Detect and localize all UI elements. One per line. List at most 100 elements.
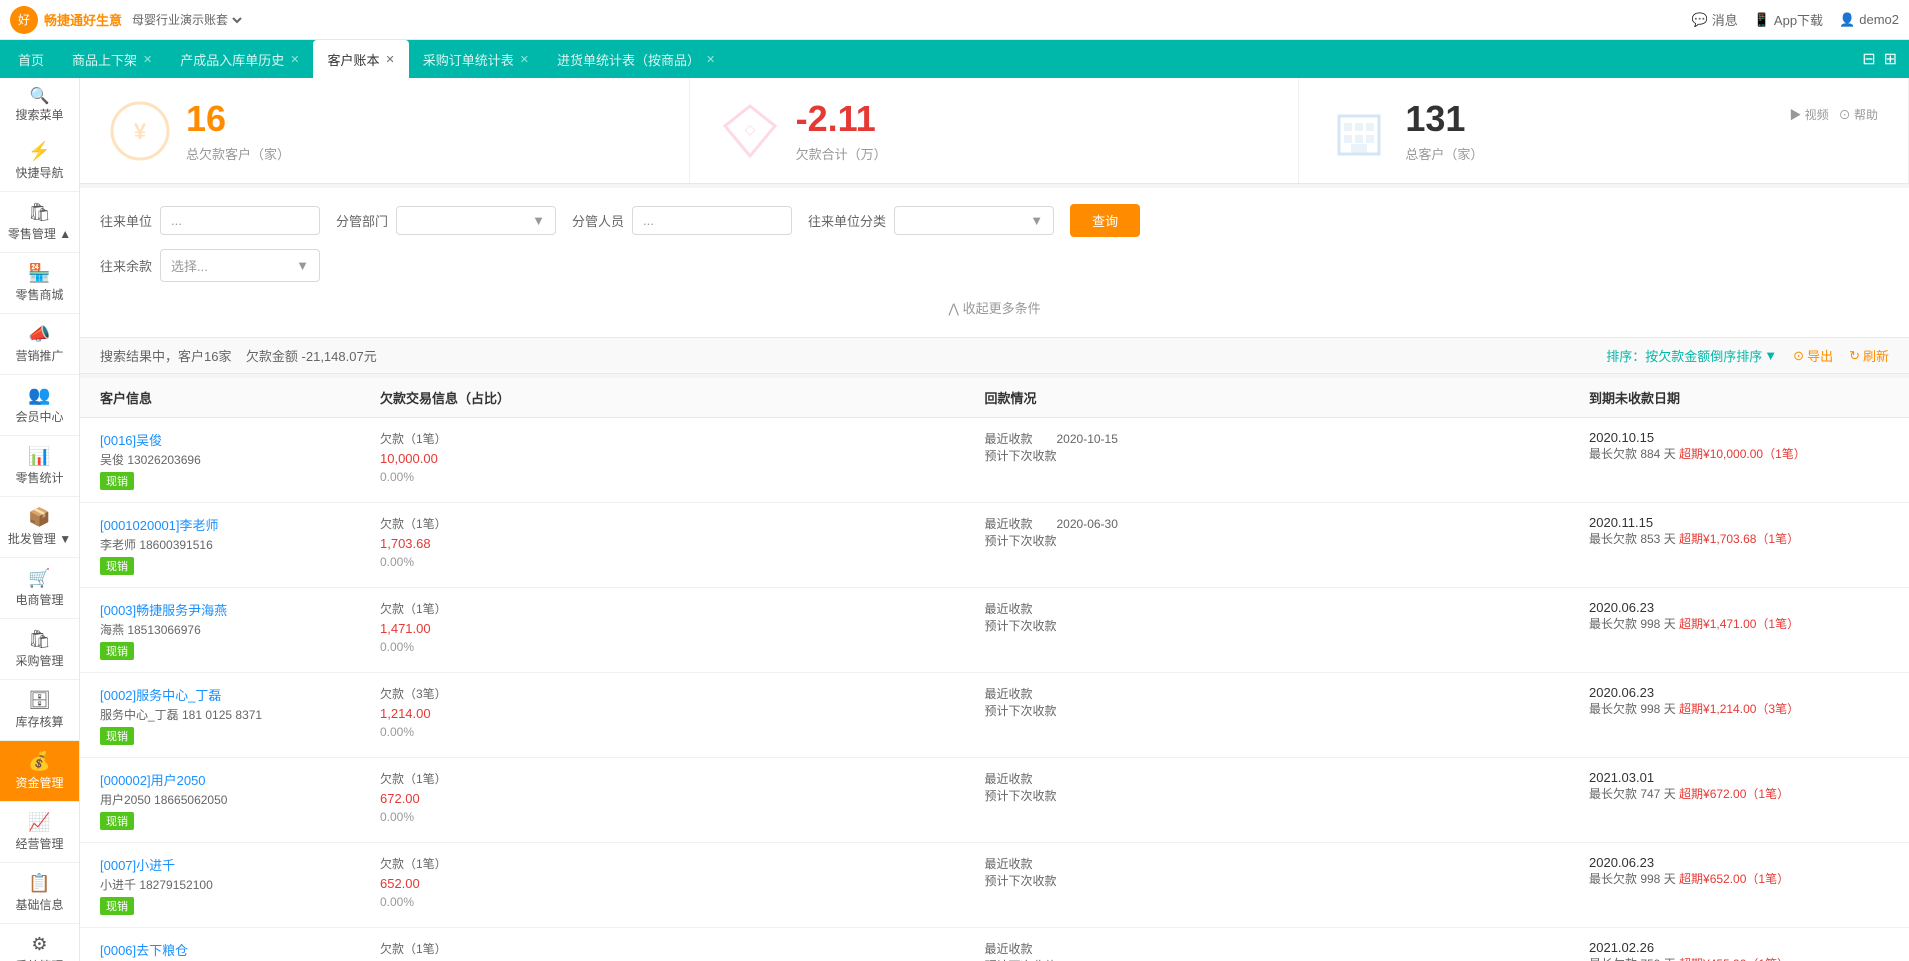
tab-close-inbound[interactable]: ✕ [706,53,715,66]
col-header-debt: 欠款交易信息（占比） [380,388,985,407]
tab-products[interactable]: 产成品入库单历史 ✕ [166,40,313,78]
sidebar-item-retail-stats[interactable]: 📊 零售统计 [0,436,79,497]
retail-stats-icon: 📊 [28,446,50,467]
tab-customer-account[interactable]: 客户账本 ✕ [313,40,408,78]
filter-item-balance: 往来余款 选择... ▼ [100,249,320,282]
collection-next-5: 预计下次收款 [985,872,1590,889]
col-header-collection: 回款情况 [985,388,1590,407]
overdue-amount-5[interactable]: 超期¥652.00（1笔） [1679,872,1789,886]
debt-amount-0[interactable]: 10,000.00 [380,451,985,466]
tab-expand-icon[interactable]: ⊞ [1884,49,1897,69]
user-avatar[interactable]: 👤 demo2 [1839,12,1899,28]
tab-purchase-order[interactable]: 采购订单统计表 ✕ [409,40,543,78]
table-body: [0016]吴俊 吴俊 13026203696 现销 欠款（1笔） 10,000… [80,418,1909,961]
debt-info-5: 欠款（1笔） [380,855,985,872]
filter-input-person[interactable]: ... [632,206,792,235]
refresh-button[interactable]: ↻ 刷新 [1849,346,1889,365]
sidebar-item-purchase[interactable]: 🛍 采购管理 [0,619,79,680]
cell-collection-6: 最近收款 预计下次收款 [985,940,1590,961]
debt-info-1: 欠款（1笔） [380,515,985,532]
customer-name-6[interactable]: [0006]去下粮仓 [100,940,380,959]
customer-name-1[interactable]: [0001020001]李老师 [100,515,380,534]
sidebar-item-operations[interactable]: 📈 经营管理 [0,802,79,863]
overdue-amount-3[interactable]: 超期¥1,214.00（3笔） [1679,702,1799,716]
tab-close-customer[interactable]: ✕ [386,53,395,66]
export-button[interactable]: ⊙ 导出 [1793,346,1833,365]
store-select[interactable]: 母婴行业演示账套 [128,12,245,28]
customer-tag-5: 现销 [100,897,134,915]
overdue-amount-1[interactable]: 超期¥1,703.68（1笔） [1679,532,1799,546]
overdue-amount-2[interactable]: 超期¥1,471.00（1笔） [1679,617,1799,631]
collection-label-1: 最近收款 2020-06-30 [985,515,1590,532]
sidebar-item-wholesale[interactable]: 📦 批发管理 ▼ [0,497,79,558]
tab-close-products[interactable]: ✕ [290,53,299,66]
tab-close-goods[interactable]: ✕ [143,53,152,66]
filter-select-dept[interactable]: ▼ [396,206,556,235]
debt-amount-2[interactable]: 1,471.00 [380,621,985,636]
overdue-amount-6[interactable]: 超期¥455.90（1笔） [1679,957,1789,961]
stat-info-debt-customers: 16 总欠款客户（家） [186,98,659,163]
overdue-amount-0[interactable]: 超期¥10,000.00（1笔） [1679,447,1806,461]
debt-amount-5[interactable]: 652.00 [380,876,985,891]
customer-name-5[interactable]: [0007]小进千 [100,855,380,874]
stat-icon-diamond: ◇ [720,101,780,161]
sidebar-item-members[interactable]: 👥 会员中心 [0,375,79,436]
tab-goods[interactable]: 商品上下架 ✕ [58,40,166,78]
filter-label-unit: 往来单位 [100,211,152,230]
cell-debt-2: 欠款（1笔） 1,471.00 0.00% [380,600,985,654]
sort-icon: ▼ [1764,348,1777,363]
query-button[interactable]: 查询 [1070,204,1140,237]
customer-name-4[interactable]: [000002]用户2050 [100,770,380,789]
sidebar-item-finance[interactable]: 💰 资金管理 [0,741,79,802]
filter-select-balance[interactable]: 选择... ▼ [160,249,320,282]
sidebar-item-ecommerce[interactable]: 🛒 电商管理 [0,558,79,619]
debt-amount-3[interactable]: 1,214.00 [380,706,985,721]
cell-debt-1: 欠款（1笔） 1,703.68 0.00% [380,515,985,569]
app-download-btn[interactable]: 📱 App下载 [1754,10,1823,29]
tab-inbound-stats[interactable]: 进货单统计表（按商品） ✕ [543,40,729,78]
help-btn[interactable]: ⊙ 帮助 [1839,106,1878,123]
filter-input-unit[interactable]: ... [160,206,320,235]
ecommerce-icon: 🛒 [28,568,50,589]
tab-close-purchase[interactable]: ✕ [520,53,529,66]
table-row: [0016]吴俊 吴俊 13026203696 现销 欠款（1笔） 10,000… [80,418,1909,503]
sort-button[interactable]: 排序：按欠款金额倒序排序 ▼ [1606,346,1777,365]
customer-name-2[interactable]: [0003]畅捷服务尹海燕 [100,600,380,619]
filter-collapse-btn[interactable]: ⋀ 收起更多条件 [100,294,1889,321]
table-row: [0006]去下粮仓 陈小希 现销 欠款（1笔） 455.90 0.00% 最近… [80,928,1909,961]
customer-name-0[interactable]: [0016]吴俊 [100,430,380,449]
sidebar-item-marketing[interactable]: 📣 营销推广 [0,314,79,375]
sidebar-item-retail-mgmt[interactable]: 🛍 零售管理 ▲ [0,192,79,253]
collection-label-6: 最近收款 [985,940,1590,957]
collection-label-4: 最近收款 [985,770,1590,787]
debt-amount-4[interactable]: 672.00 [380,791,985,806]
overdue-days-3: 最长欠款 998 天 超期¥1,214.00（3笔） [1589,700,1889,717]
tab-home[interactable]: 首页 [4,40,58,78]
tab-collapse-icon[interactable]: ⊟ [1862,49,1875,69]
video-btn[interactable]: ▶ 视频 [1789,106,1828,123]
table-header: 客户信息 欠款交易信息（占比） 回款情况 到期未收款日期 [80,378,1909,418]
retail-mgmt-icon: 🛍 [28,202,51,223]
message-btn[interactable]: 💬 消息 [1692,10,1738,29]
filter-label-balance: 往来余款 [100,256,152,275]
customer-phone-1: 李老师 18600391516 [100,536,380,553]
cell-due-4: 2021.03.01 最长欠款 747 天 超期¥672.00（1笔） [1589,770,1889,802]
sidebar-item-retail-mall[interactable]: 🏪 零售商城 [0,253,79,314]
due-date-5: 2020.06.23 [1589,855,1889,870]
result-actions: 排序：按欠款金额倒序排序 ▼ ⊙ 导出 ↻ 刷新 [1606,346,1889,365]
overdue-days-1: 最长欠款 853 天 超期¥1,703.68（1笔） [1589,530,1889,547]
due-date-6: 2021.02.26 [1589,940,1889,955]
sidebar-item-quick-nav[interactable]: ⚡ 快捷导航 [0,131,79,192]
overdue-amount-4[interactable]: 超期¥672.00（1笔） [1679,787,1789,801]
customer-name-3[interactable]: [0002]服务中心_丁磊 [100,685,380,704]
sidebar-item-inventory[interactable]: 🗄 库存核算 [0,680,79,741]
debt-percent-4: 0.00% [380,810,985,824]
filter-select-category[interactable]: ▼ [894,206,1054,235]
debt-amount-1[interactable]: 1,703.68 [380,536,985,551]
collapse-icon: ⋀ [948,301,962,316]
sidebar-item-basic-info[interactable]: 📋 基础信息 [0,863,79,924]
cell-customer-2: [0003]畅捷服务尹海燕 海燕 18513066976 现销 [100,600,380,660]
cell-debt-6: 欠款（1笔） 455.90 0.00% [380,940,985,961]
sidebar-search[interactable]: 🔍 搜索菜单 [0,78,79,131]
sidebar-item-system[interactable]: ⚙ 系统管理 [0,924,79,961]
